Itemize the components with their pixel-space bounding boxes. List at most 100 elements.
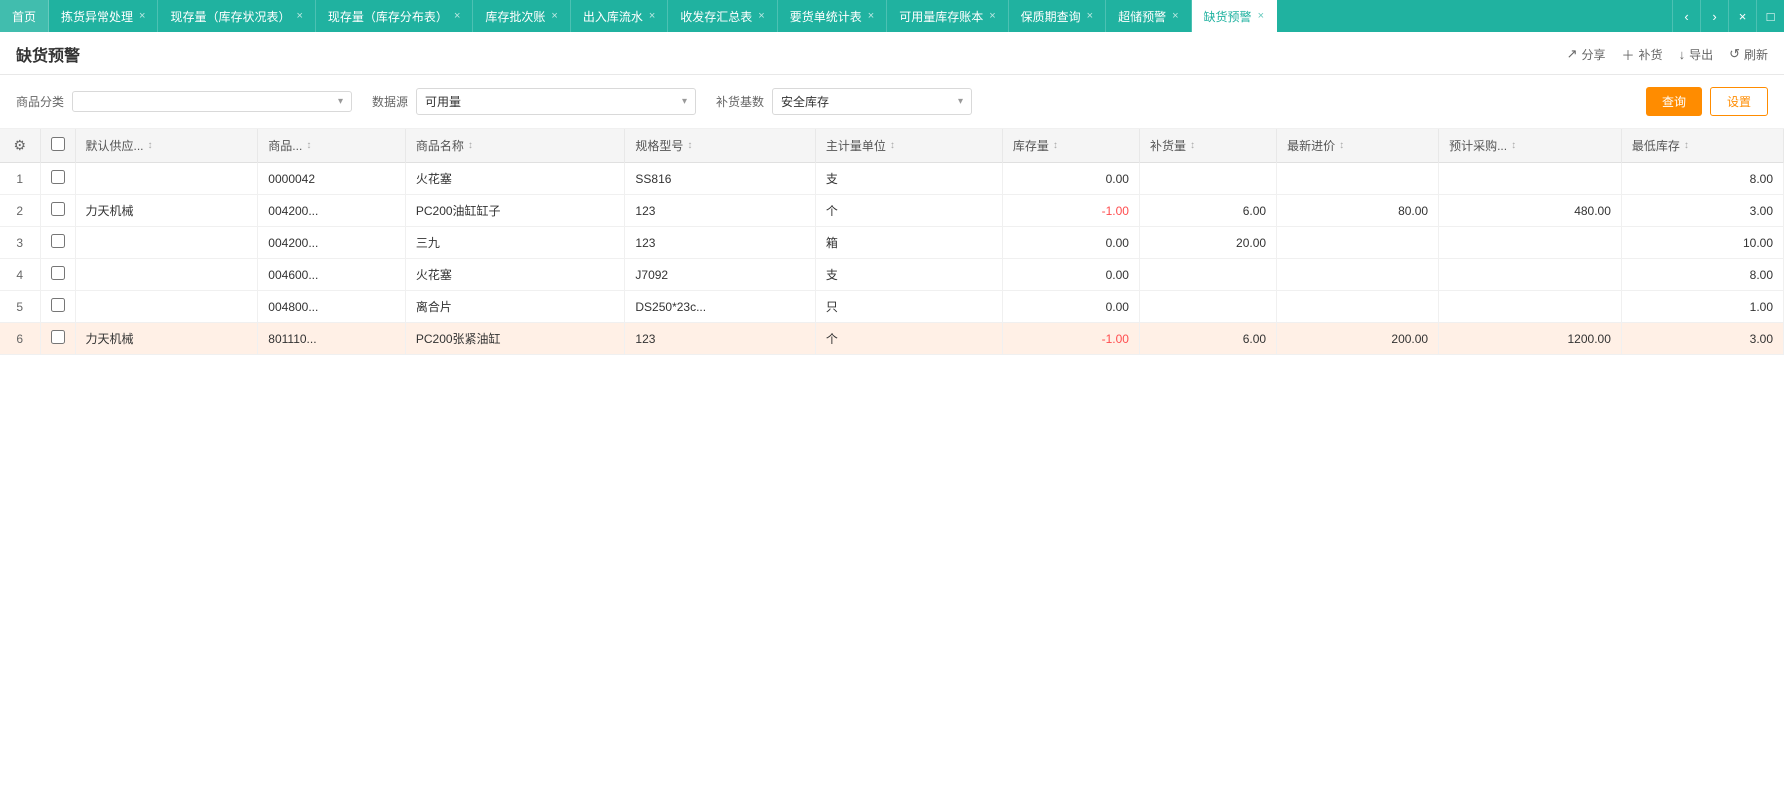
row-stockqty-3: 0.00 [1002,227,1139,259]
data-source-select[interactable]: 可用量 ▾ [416,88,696,115]
replenish-base-select[interactable]: 安全库存 ▾ [772,88,972,115]
tab-order-stat[interactable]: 要货单统计表 × [778,0,887,32]
tab-close-defect-handle[interactable]: × [139,10,145,22]
row-num-1: 1 [0,163,40,195]
col-item-name[interactable]: 商品名称 ↕ [405,129,625,163]
table-row: 1 0000042 火花塞 SS816 支 0.00 8.00 [0,163,1784,195]
col-settings[interactable]: ⚙ [0,129,40,163]
row-itemcode-1: 0000042 [258,163,406,195]
col-min-stock[interactable]: 最低库存 ↕ [1621,129,1783,163]
tab-close-available-ledger[interactable]: × [989,10,995,22]
col-replenish-qty[interactable]: 补货量 ↕ [1139,129,1276,163]
tab-inventory-status[interactable]: 现存量（库存状况表） × [158,0,315,32]
sort-unit-icon: ↕ [890,140,895,151]
sort-replenishqty-icon: ↕ [1190,140,1195,151]
row-checkbox-1[interactable] [40,163,75,195]
tab-available-ledger[interactable]: 可用量库存账本 × [887,0,1008,32]
filter-bar: 商品分类 ▾ 数据源 可用量 ▾ 补货基数 安全库存 ▾ 查询 设置 [0,75,1784,129]
data-source-value: 可用量 [425,93,461,110]
col-default-supplier[interactable]: 默认供应... ↕ [75,129,258,163]
row-spec-6: 123 [625,323,816,355]
table-header-row: ⚙ 默认供应... ↕ 商品... ↕ [0,129,1784,163]
replenish-button[interactable]: ＋ 补货 [1622,45,1663,64]
row-spec-3: 123 [625,227,816,259]
row-checkbox-2[interactable] [40,195,75,227]
tab-batch-account[interactable]: 库存批次账 × [473,0,570,32]
row-stockqty-2: -1.00 [1002,195,1139,227]
tab-close-inventory-status[interactable]: × [296,10,302,22]
tab-close-receive-summary[interactable]: × [758,10,764,22]
col-unit[interactable]: 主计量单位 ↕ [815,129,1002,163]
row-checkbox-3[interactable] [40,227,75,259]
row-checkbox-6[interactable] [40,323,75,355]
row-unit-1: 支 [815,163,1002,195]
row-replenishqty-2: 6.00 [1139,195,1276,227]
tab-defect-handle[interactable]: 拣货异常处理 × [49,0,158,32]
row-num-2: 2 [0,195,40,227]
tab-close-window-button[interactable]: × [1728,0,1756,32]
row-minstock-6: 3.00 [1621,323,1783,355]
row-supplier-6: 力天机械 [75,323,258,355]
tab-home[interactable]: 首页 [0,0,49,32]
row-supplier-3 [75,227,258,259]
tab-close-inout-flow[interactable]: × [649,10,655,22]
commodity-class-select[interactable]: ▾ [72,91,352,112]
sort-stockqty-icon: ↕ [1053,140,1058,151]
commodity-class-label: 商品分类 [16,93,64,110]
tab-bar: 首页 拣货异常处理 × 现存量（库存状况表） × 现存量（库存分布表） × 库存… [0,0,1784,32]
tab-close-shortage[interactable]: × [1258,10,1264,22]
export-button[interactable]: ↓ 导出 [1679,46,1714,63]
tab-prev-button[interactable]: ‹ [1672,0,1700,32]
export-icon: ↓ [1679,47,1686,62]
col-stock-qty[interactable]: 库存量 ↕ [1002,129,1139,163]
table-row: 2 力天机械 004200... PC200油缸缸子 123 个 -1.00 6… [0,195,1784,227]
row-replenishqty-1 [1139,163,1276,195]
tab-close-batch-account[interactable]: × [551,10,557,22]
page-header: 缺货预警 ↗ 分享 ＋ 补货 ↓ 导出 ↺ 刷新 [0,32,1784,75]
refresh-icon: ↺ [1729,46,1740,62]
tab-close-expiry-query[interactable]: × [1087,10,1093,22]
gear-icon[interactable]: ⚙ [13,137,26,153]
col-spec[interactable]: 规格型号 ↕ [625,129,816,163]
replenish-base-group: 补货基数 安全库存 ▾ [716,88,972,115]
select-all-checkbox[interactable] [51,137,65,151]
tab-close-overstock[interactable]: × [1172,10,1178,22]
tab-maximize-button[interactable]: □ [1756,0,1784,32]
tab-receive-summary[interactable]: 收发存汇总表 × [668,0,777,32]
tab-inout-flow[interactable]: 出入库流水 × [571,0,668,32]
share-button[interactable]: ↗ 分享 [1567,46,1606,63]
tab-overstock[interactable]: 超储预警 × [1106,0,1191,32]
row-spec-5: DS250*23c... [625,291,816,323]
sort-itemname-icon: ↕ [468,140,473,151]
replenish-base-value: 安全库存 [781,93,829,110]
row-itemname-2: PC200油缸缸子 [405,195,625,227]
row-latestprice-5 [1277,291,1439,323]
tab-nav-buttons: ‹ › × □ [1672,0,1784,32]
tab-close-inventory-dist[interactable]: × [454,10,460,22]
row-supplier-2: 力天机械 [75,195,258,227]
row-itemcode-2: 004200... [258,195,406,227]
row-estpurchase-6: 1200.00 [1439,323,1622,355]
col-latest-price[interactable]: 最新进价 ↕ [1277,129,1439,163]
tab-shortage[interactable]: 缺货预警 × [1192,0,1277,32]
query-button[interactable]: 查询 [1646,87,1702,116]
data-source-group: 数据源 可用量 ▾ [372,88,696,115]
row-checkbox-5[interactable] [40,291,75,323]
tab-inventory-dist[interactable]: 现存量（库存分布表） × [316,0,473,32]
row-minstock-3: 10.00 [1621,227,1783,259]
row-latestprice-4 [1277,259,1439,291]
col-est-purchase[interactable]: 预计采购... ↕ [1439,129,1622,163]
row-checkbox-4[interactable] [40,259,75,291]
row-num-3: 3 [0,227,40,259]
refresh-button[interactable]: ↺ 刷新 [1729,46,1768,63]
settings-button[interactable]: 设置 [1710,87,1768,116]
tab-close-order-stat[interactable]: × [868,10,874,22]
tab-next-button[interactable]: › [1700,0,1728,32]
row-num-6: 6 [0,323,40,355]
row-replenishqty-3: 20.00 [1139,227,1276,259]
row-itemname-4: 火花塞 [405,259,625,291]
col-item-code[interactable]: 商品... ↕ [258,129,406,163]
table-row: 4 004600... 火花塞 J7092 支 0.00 8.00 [0,259,1784,291]
tab-expiry-query[interactable]: 保质期查询 × [1009,0,1106,32]
data-source-label: 数据源 [372,93,408,110]
